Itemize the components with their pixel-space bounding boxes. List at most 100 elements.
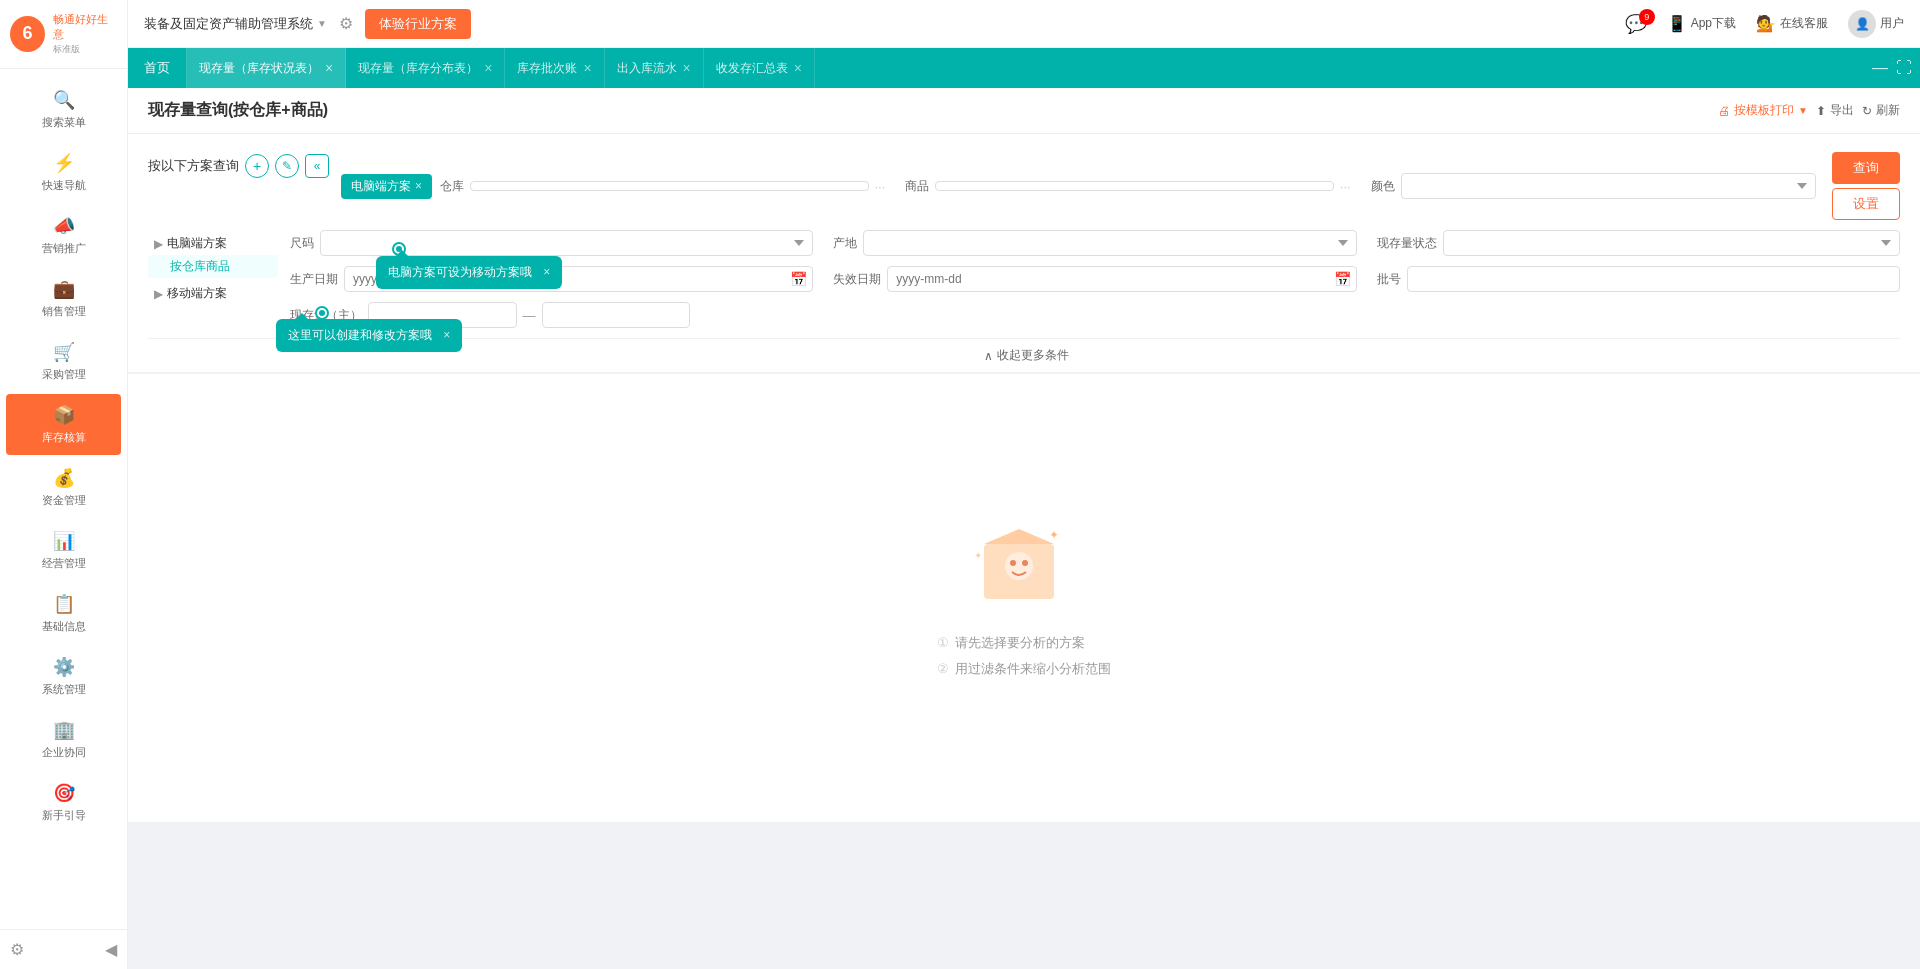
stock-status-select[interactable] — [1443, 230, 1900, 256]
edit-scheme-button[interactable]: ✎ — [275, 154, 299, 178]
tab-in-out-flow[interactable]: 出入库流水 × — [605, 48, 704, 88]
mobile-scheme-group[interactable]: ▶ 移动端方案 — [148, 282, 278, 305]
sidebar-item-basic-info[interactable]: 📋 基础信息 — [6, 583, 121, 644]
tab-close-icon[interactable]: × — [794, 60, 802, 76]
goods-dots[interactable]: ··· — [1340, 179, 1351, 194]
online-service[interactable]: 💁 在线客服 — [1756, 14, 1828, 33]
tabs-end: — ⛶ — [1872, 59, 1920, 77]
tab-minimize-icon[interactable]: — — [1872, 59, 1888, 77]
tab-close-icon[interactable]: × — [683, 60, 691, 76]
expiry-date-input[interactable] — [887, 266, 1356, 292]
header-right: 💬 9 📱 App下载 💁 在线客服 👤 用户 — [1625, 10, 1904, 38]
sidebar-item-label: 系统管理 — [42, 682, 86, 697]
tab-receive-send-summary[interactable]: 收发存汇总表 × — [704, 48, 815, 88]
export-button[interactable]: ⬆ 导出 — [1816, 102, 1854, 119]
sidebar-bottom: ⚙ ◀ — [0, 929, 127, 969]
system-name-dropdown[interactable]: 装备及固定资产辅助管理系统 ▼ — [144, 15, 327, 33]
scheme-tag-close-icon[interactable]: × — [415, 179, 422, 193]
batch-input[interactable] — [1407, 266, 1900, 292]
avatar: 👤 — [1848, 10, 1876, 38]
settings-gear-icon[interactable]: ⚙ — [339, 14, 353, 33]
back-button[interactable]: « — [305, 154, 329, 178]
refresh-button[interactable]: ↻ 刷新 — [1862, 102, 1900, 119]
main-content: 现存量查询(按仓库+商品) 🖨 按模板打印 ▼ ⬆ 导出 ↻ 刷新 按以下方案查… — [128, 88, 1920, 969]
user-area[interactable]: 👤 用户 — [1848, 10, 1904, 38]
tab-close-icon[interactable]: × — [325, 60, 333, 76]
color-label: 颜色 — [1371, 178, 1395, 195]
scheme-tag-label: 电脑端方案 — [351, 178, 411, 195]
scheme-tag[interactable]: 电脑端方案 × — [341, 174, 432, 199]
svg-text:✦: ✦ — [1049, 528, 1059, 542]
sidebar-item-label: 搜索菜单 — [42, 115, 86, 130]
sidebar-item-label: 快速导航 — [42, 178, 86, 193]
sidebar-item-operations[interactable]: 📊 经营管理 — [6, 520, 121, 581]
edit-scheme-tooltip-close[interactable]: × — [443, 328, 450, 342]
svg-point-3 — [1022, 560, 1028, 566]
sidebar-item-quick-nav[interactable]: ⚡ 快速导航 — [6, 142, 121, 203]
tab-inventory-distribution[interactable]: 现存量（库存分布表） × — [346, 48, 505, 88]
settings-icon[interactable]: ⚙ — [10, 940, 24, 959]
add-scheme-button[interactable]: + — [245, 154, 269, 178]
scheme-tooltip-popup: 电脑方案可设为移动方案哦 × — [376, 256, 562, 289]
expiry-date-calendar-icon[interactable]: 📅 — [1334, 271, 1351, 287]
produce-date-calendar-icon[interactable]: 📅 — [790, 271, 807, 287]
refresh-icon: ↻ — [1862, 104, 1872, 118]
scheme-list: ▶ 电脑端方案 按仓库商品 ▶ 移动端方案 — [148, 230, 278, 328]
quick-nav-icon: ⚡ — [53, 152, 75, 174]
print-icon: 🖨 — [1718, 104, 1730, 118]
desktop-scheme-item-0[interactable]: 按仓库商品 — [148, 255, 278, 278]
expiry-date-wrap: 📅 — [887, 266, 1356, 292]
sidebar: 6 畅通好好生意 标准版 🔍 搜索菜单 ⚡ 快速导航 📣 营销推广 💼 销售管理… — [0, 0, 128, 969]
page-title: 现存量查询(按仓库+商品) — [148, 100, 328, 121]
experience-button[interactable]: 体验行业方案 — [365, 9, 471, 39]
tab-close-icon[interactable]: × — [484, 60, 492, 76]
tab-close-icon[interactable]: × — [583, 60, 591, 76]
tab-home[interactable]: 首页 — [128, 48, 187, 88]
sidebar-item-marketing[interactable]: 📣 营销推广 — [6, 205, 121, 266]
basic-info-icon: 📋 — [53, 593, 75, 615]
tab-maximize-icon[interactable]: ⛶ — [1896, 59, 1912, 77]
enterprise-icon: 🏢 — [53, 719, 75, 741]
phone-icon: 📱 — [1667, 14, 1687, 33]
mobile-scheme-arrow: ▶ — [154, 287, 163, 301]
desktop-scheme-group[interactable]: ▶ 电脑端方案 — [148, 232, 278, 255]
tab-inventory-batch[interactable]: 库存批次账 × — [505, 48, 604, 88]
desktop-scheme-arrow: ▶ — [154, 237, 163, 251]
origin-label: 产地 — [833, 235, 857, 252]
sales-icon: 💼 — [53, 278, 75, 300]
tip-num-1: ① — [937, 630, 949, 656]
color-select[interactable] — [1401, 173, 1816, 199]
sidebar-item-label: 资金管理 — [42, 493, 86, 508]
sidebar-item-search-menu[interactable]: 🔍 搜索菜单 — [6, 79, 121, 140]
query-button[interactable]: 查询 — [1832, 152, 1900, 184]
svg-text:✦: ✦ — [974, 550, 982, 561]
goods-input[interactable] — [935, 181, 1333, 191]
print-button[interactable]: 🖨 按模板打印 ▼ — [1718, 102, 1808, 119]
page-header: 现存量查询(按仓库+商品) 🖨 按模板打印 ▼ ⬆ 导出 ↻ 刷新 — [128, 88, 1920, 134]
notification-area[interactable]: 💬 9 — [1625, 13, 1647, 35]
sidebar-item-sales[interactable]: 💼 销售管理 — [6, 268, 121, 329]
stock-main-to-input[interactable] — [542, 302, 691, 328]
dropdown-arrow-icon: ▼ — [317, 18, 327, 29]
sidebar-item-enterprise[interactable]: 🏢 企业协同 — [6, 709, 121, 770]
sidebar-item-system[interactable]: ⚙️ 系统管理 — [6, 646, 121, 707]
sidebar-item-inventory[interactable]: 📦 库存核算 — [6, 394, 121, 455]
sidebar-item-guide[interactable]: 🎯 新手引导 — [6, 772, 121, 833]
stock-status-label: 现存量状态 — [1377, 235, 1437, 252]
warehouse-dots[interactable]: ··· — [875, 179, 886, 194]
system-name: 装备及固定资产辅助管理系统 — [144, 15, 313, 33]
origin-select[interactable] — [863, 230, 1356, 256]
sidebar-item-purchase[interactable]: 🛒 采购管理 — [6, 331, 121, 392]
expiry-date-label: 失效日期 — [833, 271, 881, 288]
logo-area: 6 畅通好好生意 标准版 — [0, 0, 127, 69]
tab-inventory-status[interactable]: 现存量（库存状况表） × — [187, 48, 346, 88]
app-download[interactable]: 📱 App下载 — [1667, 14, 1736, 33]
print-dropdown-icon: ▼ — [1798, 105, 1808, 116]
sidebar-item-finance[interactable]: 💰 资金管理 — [6, 457, 121, 518]
collapse-sidebar-icon[interactable]: ◀ — [105, 940, 117, 959]
scheme-tooltip-close[interactable]: × — [543, 265, 550, 279]
warehouse-input[interactable] — [470, 181, 868, 191]
sidebar-item-label: 库存核算 — [42, 430, 86, 445]
reset-button[interactable]: 设置 — [1832, 188, 1900, 220]
search-menu-icon: 🔍 — [53, 89, 75, 111]
